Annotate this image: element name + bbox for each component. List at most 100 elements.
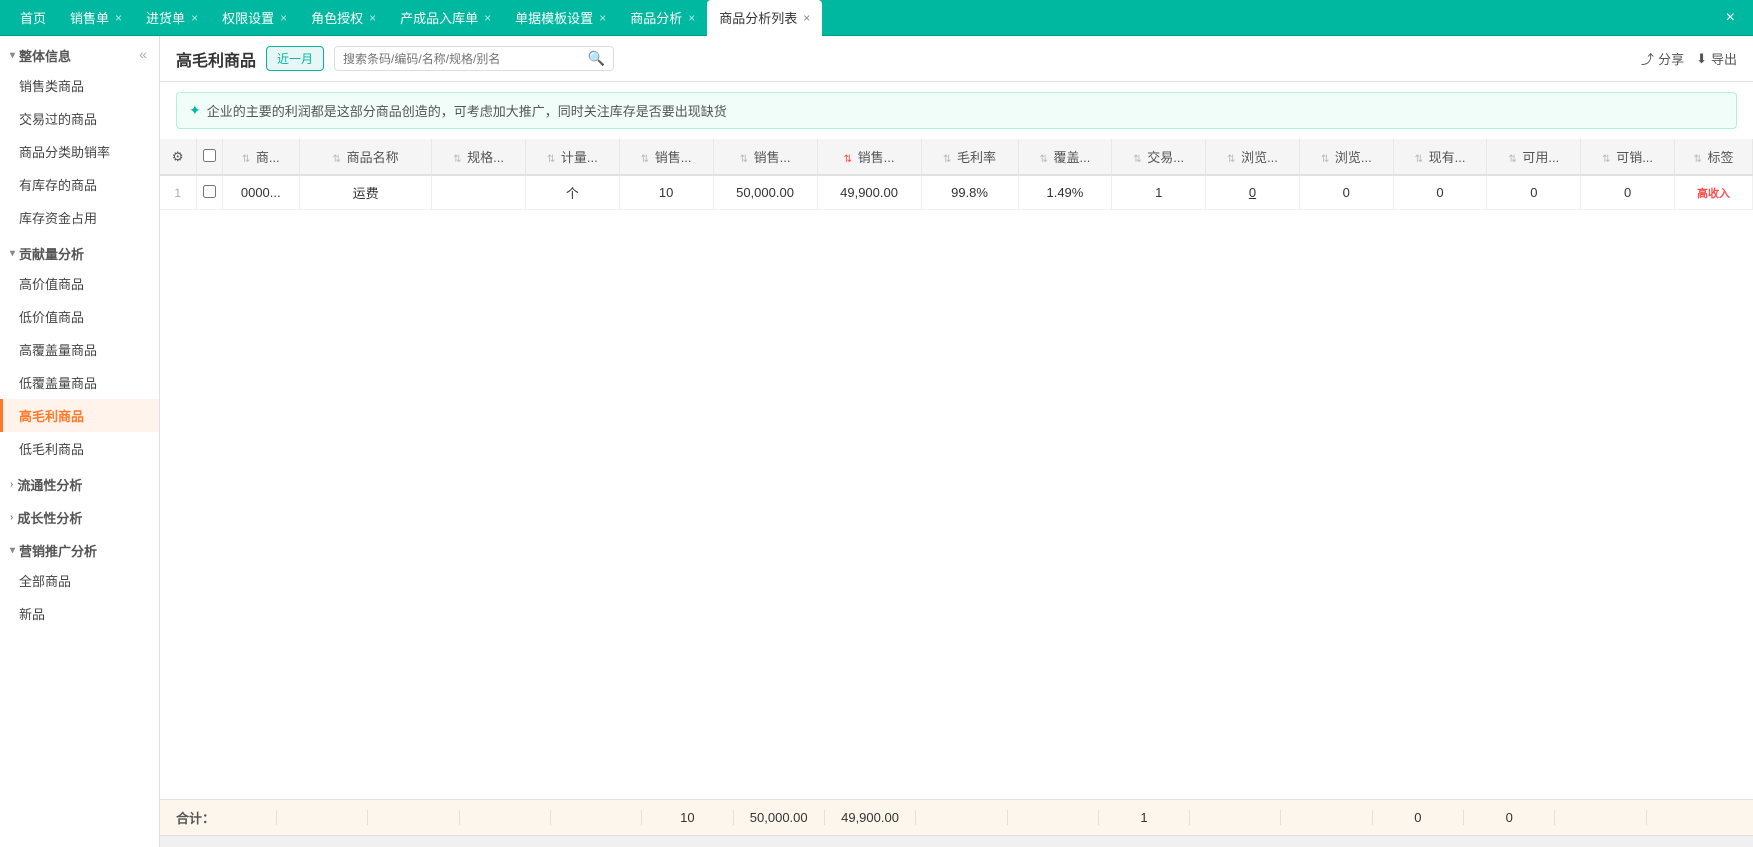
col-coverage[interactable]: ⇅ 覆盖... [1018,139,1112,175]
page-title: 高毛利商品 [176,47,256,71]
col-gross-margin[interactable]: ⇅ 毛利率 [921,139,1018,175]
sidebar-collapse-button[interactable]: « [133,44,153,64]
footer-label: 合计： [176,808,276,827]
bottom-scrollbar[interactable] [160,835,1753,847]
sidebar-item-low-margin[interactable]: 低毛利商品 [0,432,159,465]
sort-tag-icon: ⇅ [1693,154,1701,165]
sort-sales-profit-icon: ⇅ [844,154,852,165]
sidebar-item-low-coverage[interactable]: 低覆盖量商品 [0,366,159,399]
expand-contribution-icon: ▾ [10,248,15,259]
sidebar-item-stock-goods[interactable]: 有库存的商品 [0,168,159,201]
tab-purchase[interactable]: 进货单 × [134,0,210,36]
col-code[interactable]: ⇅ 商... [222,139,299,175]
sort-transaction-icon: ⇅ [1133,154,1141,165]
sort-browse1-icon: ⇅ [1227,154,1235,165]
expand-overall-icon: ▾ [10,50,15,61]
sort-browse2-icon: ⇅ [1321,154,1329,165]
close-product-inbound-tab[interactable]: × [484,11,491,25]
tab-product-analysis-list[interactable]: 商品分析列表 × [707,0,822,36]
close-product-analysis-tab[interactable]: × [688,11,695,25]
tab-role[interactable]: 角色授权 × [299,0,388,36]
export-button[interactable]: ⬇ 导出 [1696,49,1737,68]
expand-liquidity-icon: › [10,479,13,490]
content-area: 高毛利商品 近一月 🔍 ⤴ 分享 ⬇ 导出 ✦ 企业的主要的利润都是这部分商品创… [160,36,1753,847]
col-checkbox[interactable] [196,139,222,175]
close-permission-tab[interactable]: × [280,11,287,25]
col-browse2[interactable]: ⇅ 浏览... [1299,139,1393,175]
sidebar-item-high-margin[interactable]: 高毛利商品 [0,399,159,432]
col-tag[interactable]: ⇅ 标签 [1675,139,1753,175]
filter-recent-month-button[interactable]: 近一月 [266,46,324,71]
cell-checkbox[interactable] [196,175,222,210]
close-product-analysis-list-tab[interactable]: × [803,11,810,25]
search-icon[interactable]: 🔍 [588,50,605,67]
close-purchase-tab[interactable]: × [191,11,198,25]
top-navigation: 首页 销售单 × 进货单 × 权限设置 × 角色授权 × 产成品入库单 × 单据… [0,0,1753,36]
footer-cell-empty7 [1189,810,1280,825]
share-button[interactable]: ⤴ 分享 [1641,49,1684,68]
sidebar-group-marketing[interactable]: ▾ 营销推广分析 [0,531,159,564]
sort-available-icon: ⇅ [1508,154,1516,165]
sort-sales-amount-icon: ⇅ [740,154,748,165]
tab-sales[interactable]: 销售单 × [58,0,134,36]
tab-permission[interactable]: 权限设置 × [210,0,299,36]
search-input[interactable] [343,52,588,66]
col-sales-qty[interactable]: ⇅ 销售... [619,139,713,175]
row-checkbox[interactable] [203,185,216,198]
sidebar-item-low-value[interactable]: 低价值商品 [0,300,159,333]
close-template-tab[interactable]: × [599,11,606,25]
sort-name-icon: ⇅ [333,154,341,165]
tab-home[interactable]: 首页 [8,0,58,36]
sidebar-item-new-goods[interactable]: 新品 [0,597,159,630]
cell-row-num: 1 [160,175,196,210]
col-spec[interactable]: ⇅ 规格... [432,139,526,175]
sidebar-item-sales-goods[interactable]: 销售类商品 [0,69,159,102]
sidebar-item-high-coverage[interactable]: 高覆盖量商品 [0,333,159,366]
search-box[interactable]: 🔍 [334,46,614,71]
tab-product-analysis[interactable]: 商品分析 × [618,0,707,36]
close-all-tabs-button[interactable]: × [1716,9,1745,27]
expand-growth-icon: › [10,512,13,523]
close-role-tab[interactable]: × [369,11,376,25]
sidebar-item-high-value[interactable]: 高价值商品 [0,267,159,300]
col-settings[interactable]: ⚙ [160,139,196,175]
main-layout: « ▾ 整体信息 销售类商品 交易过的商品 商品分类助销率 有库存的商品 库存资… [0,36,1753,847]
cell-browse1[interactable]: 0 [1206,175,1300,210]
col-transaction[interactable]: ⇅ 交易... [1112,139,1206,175]
settings-icon[interactable]: ⚙ [172,149,184,164]
sidebar-group-liquidity[interactable]: › 流通性分析 [0,465,159,498]
sidebar-item-all-goods[interactable]: 全部商品 [0,564,159,597]
col-available[interactable]: ⇅ 可用... [1487,139,1581,175]
footer-cell-empty10 [1646,810,1737,825]
sidebar-group-contribution[interactable]: ▾ 贡献量分析 [0,234,159,267]
footer-cell-available: 0 [1463,810,1554,825]
col-browse1[interactable]: ⇅ 浏览... [1206,139,1300,175]
cell-sales-profit: 49,900.00 [817,175,921,210]
cell-coverage: 1.49% [1018,175,1112,210]
cell-browse2: 0 [1299,175,1393,210]
close-sales-tab[interactable]: × [115,11,122,25]
col-current-stock[interactable]: ⇅ 现有... [1393,139,1487,175]
sort-sales-qty-icon: ⇅ [641,154,649,165]
share-icon: ⤴ [1641,49,1654,68]
table-container[interactable]: ⚙ ⇅ 商... ⇅ 商品名称 [160,139,1753,799]
sidebar-item-traded-goods[interactable]: 交易过的商品 [0,102,159,135]
col-sales-amount[interactable]: ⇅ 销售... [713,139,817,175]
sort-coverage-icon: ⇅ [1039,154,1047,165]
tab-template[interactable]: 单据模板设置 × [503,0,618,36]
col-sellable[interactable]: ⇅ 可销... [1581,139,1675,175]
sidebar-item-stock-capital[interactable]: 库存资金占用 [0,201,159,234]
sidebar-group-growth[interactable]: › 成长性分析 [0,498,159,531]
tab-product-inbound[interactable]: 产成品入库单 × [388,0,503,36]
footer-cell-empty1 [276,810,367,825]
footer-cell-sales-qty: 10 [641,810,732,825]
sort-sellable-icon: ⇅ [1602,154,1610,165]
sidebar-item-category-rate[interactable]: 商品分类助销率 [0,135,159,168]
content-header: 高毛利商品 近一月 🔍 ⤴ 分享 ⬇ 导出 [160,36,1753,82]
info-banner: ✦ 企业的主要的利润都是这部分商品创造的，可考虑加大推广，同时关注库存是否要出现… [176,92,1737,129]
select-all-checkbox[interactable] [203,149,216,162]
col-unit[interactable]: ⇅ 计量... [525,139,619,175]
col-name[interactable]: ⇅ 商品名称 [299,139,431,175]
table-header-row: ⚙ ⇅ 商... ⇅ 商品名称 [160,139,1753,175]
col-sales-profit[interactable]: ⇅ 销售... [817,139,921,175]
